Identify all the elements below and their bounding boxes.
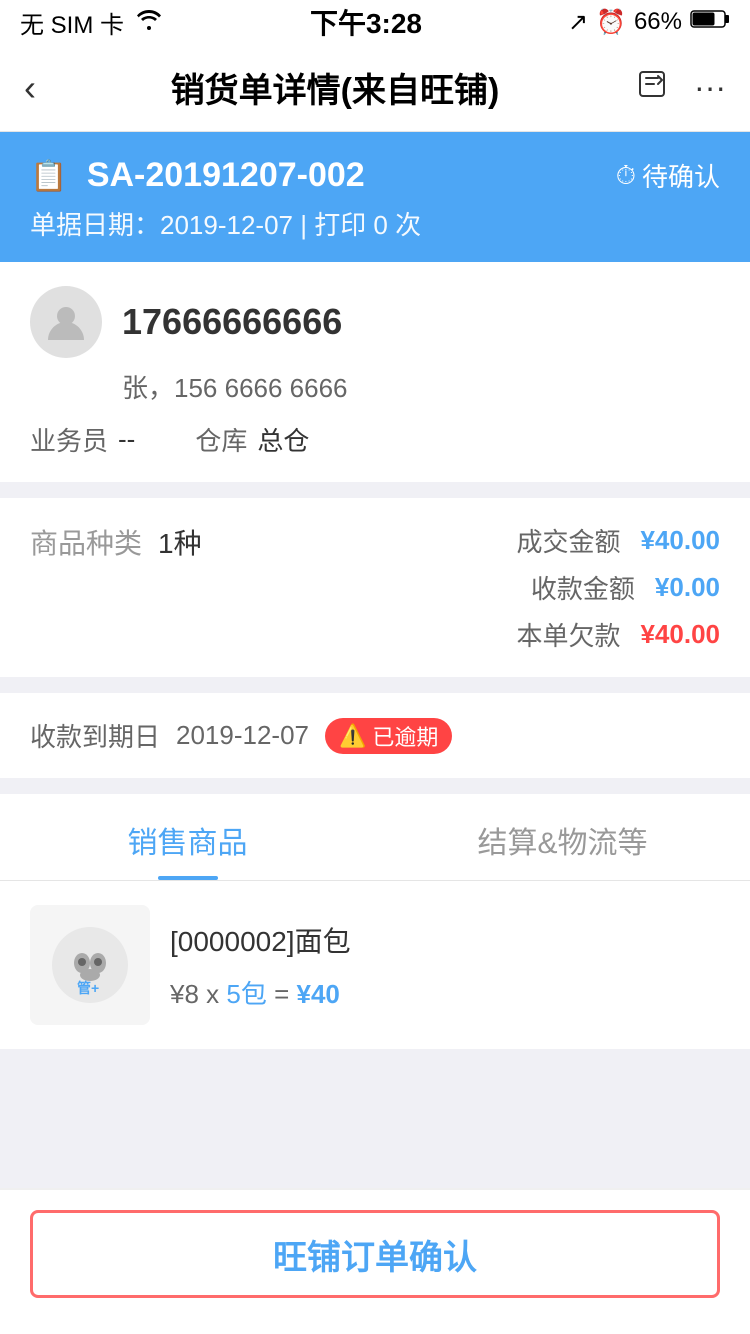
salesperson-value: -- [118,424,135,455]
order-status: ⏱ 待确认 [616,157,720,194]
warning-icon: ⚠️ [339,723,366,749]
product-qty: 5包 [226,979,266,1009]
bottom-bar: 旺铺订单确认 [0,1188,750,1334]
page-title: 销货单详情(来自旺铺) [171,63,500,112]
status-left: 无 SIM 卡 [20,5,164,40]
owed-label: 本单欠款 [516,616,620,653]
tabs-row: 销售商品 结算&物流等 [0,794,750,881]
order-date: 单据日期：2019-12-07 | 打印 0 次 [30,205,720,242]
product-info: [0000002]面包 ¥8 x 5包 = ¥40 [170,920,720,1011]
tabs-section: 销售商品 结算&物流等 [0,794,750,881]
product-price: ¥8 x 5包 = ¥40 [170,974,720,1011]
duedate-date: 2019-12-07 [176,720,309,751]
nav-bar: ‹ 销货单详情(来自旺铺) ··· [0,44,750,132]
product-name: [0000002]面包 [170,920,720,960]
duedate-section: 收款到期日 2019-12-07 ⚠️ 已逾期 [0,693,750,778]
order-id: 📋 SA-20191207-002 [30,156,365,194]
status-time: 下午3:28 [310,2,422,42]
alarm-icon: ⏰ [596,8,626,37]
summary-section: 商品种类 1种 成交金额 ¥40.00 收款金额 ¥0.00 本单欠款 ¥40.… [0,498,750,677]
payment-value: ¥0.00 [655,572,720,603]
customer-section: 17666666666 张，156 6666 6666 业务员 -- 仓库 总仓 [0,262,750,482]
back-button[interactable]: ‹ [24,67,36,109]
carrier-text: 无 SIM 卡 [20,5,124,40]
duedate-label: 收款到期日 [30,717,160,754]
wifi-icon [134,8,164,37]
warehouse-value: 总仓 [257,421,309,458]
location-icon: ↗ [568,8,588,37]
tab-settlement[interactable]: 结算&物流等 [375,794,750,880]
customer-phone: 17666666666 [122,301,342,343]
product-type-value: 1种 [158,522,202,562]
product-thumbnail: 管+ [30,905,150,1025]
deal-label: 成交金额 [516,522,620,559]
customer-sub: 张，156 6666 6666 [30,368,720,405]
payment-label: 收款金额 [531,569,635,606]
salesperson-label: 业务员 [30,421,108,458]
battery-icon [690,8,730,36]
deal-value: ¥40.00 [640,525,720,556]
order-header: 📋 SA-20191207-002 ⏱ 待确认 单据日期：2019-12-07 … [0,132,750,262]
customer-meta: 业务员 -- 仓库 总仓 [30,421,720,458]
share-icon[interactable] [634,66,670,110]
price-per-unit: ¥8 [170,979,199,1009]
order-icon: 📋 [30,160,67,193]
order-id-row: 📋 SA-20191207-002 [30,156,365,195]
product-item: 管+ [0000002]面包 ¥8 x 5包 = ¥40 [0,881,750,1049]
status-bar: 无 SIM 卡 下午3:28 ↗ ⏰ 66% [0,0,750,44]
clock-icon: ⏱ [616,160,636,192]
more-icon[interactable]: ··· [694,69,726,106]
overdue-badge: ⚠️ 已逾期 [325,718,452,754]
warehouse-label: 仓库 [195,421,247,458]
status-right: ↗ ⏰ 66% [568,8,730,37]
tab-products[interactable]: 销售商品 [0,794,375,880]
nav-actions: ··· [634,66,726,110]
owed-value: ¥40.00 [640,619,720,650]
product-type-label: 商品种类 [30,522,142,562]
product-section: 管+ [0000002]面包 ¥8 x 5包 = ¥40 [0,881,750,1049]
confirm-button[interactable]: 旺铺订单确认 [30,1210,720,1298]
product-total: ¥40 [297,979,340,1009]
avatar [30,286,102,358]
svg-text:管+: 管+ [77,980,99,996]
battery-text: 66% [634,8,682,36]
